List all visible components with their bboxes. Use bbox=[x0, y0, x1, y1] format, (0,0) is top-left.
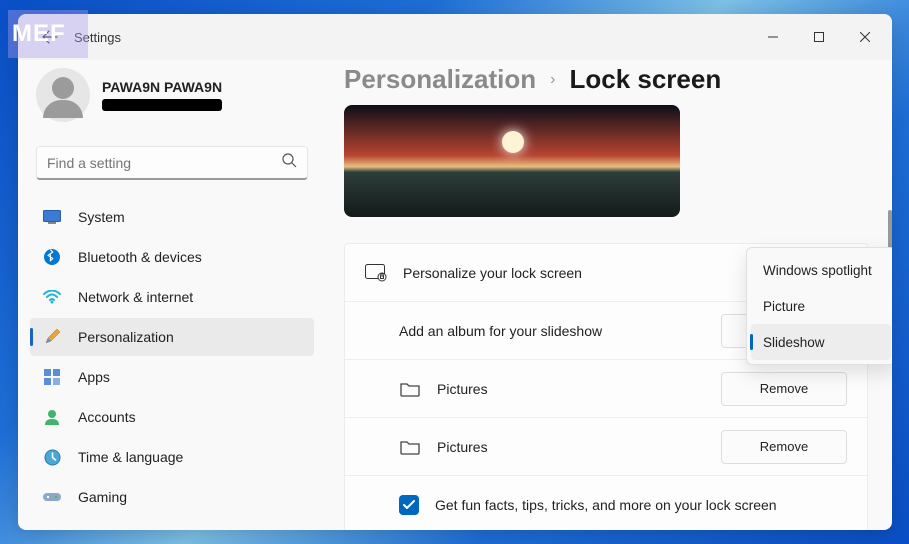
profile-block[interactable]: PAWA9N PAWA9N bbox=[30, 66, 314, 136]
breadcrumb: Personalization › Lock screen bbox=[344, 64, 868, 95]
bluetooth-icon bbox=[42, 247, 62, 267]
maximize-button[interactable] bbox=[796, 21, 842, 53]
album-name: Pictures bbox=[437, 439, 705, 455]
sidebar-item-apps[interactable]: Apps bbox=[30, 358, 314, 396]
profile-name: PAWA9N PAWA9N bbox=[102, 79, 222, 95]
dropdown-option-spotlight[interactable]: Windows spotlight bbox=[751, 252, 891, 288]
preview-sun bbox=[502, 131, 524, 153]
album-row: Pictures Remove bbox=[345, 360, 867, 418]
nav-label: System bbox=[78, 209, 125, 225]
profile-email-redacted bbox=[102, 99, 222, 111]
sidebar-item-network[interactable]: Network & internet bbox=[30, 278, 314, 316]
nav-label: Accounts bbox=[78, 409, 136, 425]
lockscreen-type-dropdown: Windows spotlight Picture Slideshow bbox=[746, 247, 892, 365]
breadcrumb-parent[interactable]: Personalization bbox=[344, 64, 536, 95]
paintbrush-icon bbox=[42, 327, 62, 347]
nav-label: Personalization bbox=[78, 329, 174, 345]
sidebar-item-personalization[interactable]: Personalization bbox=[30, 318, 314, 356]
nav-label: Gaming bbox=[78, 489, 127, 505]
remove-button[interactable]: Remove bbox=[721, 430, 847, 464]
dropdown-option-picture[interactable]: Picture bbox=[751, 288, 891, 324]
titlebar: Settings bbox=[18, 14, 892, 60]
album-name: Pictures bbox=[437, 381, 705, 397]
minimize-button[interactable] bbox=[750, 21, 796, 53]
maximize-icon bbox=[814, 32, 824, 42]
album-row: Pictures Remove bbox=[345, 418, 867, 476]
add-album-label: Add an album for your slideshow bbox=[399, 323, 705, 339]
close-icon bbox=[860, 32, 870, 42]
lockscreen-preview bbox=[344, 105, 680, 217]
nav-list: System Bluetooth & devices Network & int… bbox=[30, 198, 314, 516]
main-panel: Personalization › Lock screen Personaliz… bbox=[326, 60, 892, 530]
minimize-icon bbox=[768, 32, 778, 42]
dropdown-option-slideshow[interactable]: Slideshow bbox=[751, 324, 891, 360]
wifi-icon bbox=[42, 287, 62, 307]
tips-row[interactable]: Get fun facts, tips, tricks, and more on… bbox=[345, 476, 867, 530]
content-area: PAWA9N PAWA9N System Bluetooth & devices bbox=[18, 60, 892, 530]
search-input[interactable] bbox=[47, 155, 282, 171]
sidebar-item-bluetooth[interactable]: Bluetooth & devices bbox=[30, 238, 314, 276]
checkbox-checked[interactable] bbox=[399, 495, 419, 515]
sidebar: PAWA9N PAWA9N System Bluetooth & devices bbox=[18, 60, 326, 530]
display-icon bbox=[42, 207, 62, 227]
nav-label: Time & language bbox=[78, 449, 183, 465]
lockscreen-icon bbox=[365, 264, 387, 282]
nav-label: Apps bbox=[78, 369, 110, 385]
settings-window: Settings PAWA9N PAWA9N bbox=[18, 14, 892, 530]
sidebar-item-system[interactable]: System bbox=[30, 198, 314, 236]
nav-label: Bluetooth & devices bbox=[78, 249, 202, 265]
apps-icon bbox=[42, 367, 62, 387]
remove-button[interactable]: Remove bbox=[721, 372, 847, 406]
search-icon bbox=[282, 153, 297, 172]
sidebar-item-gaming[interactable]: Gaming bbox=[30, 478, 314, 516]
profile-info: PAWA9N PAWA9N bbox=[102, 79, 222, 111]
person-icon bbox=[42, 407, 62, 427]
sidebar-item-time[interactable]: Time & language bbox=[30, 438, 314, 476]
watermark-badge: MEF bbox=[8, 10, 88, 58]
tips-label: Get fun facts, tips, tricks, and more on… bbox=[435, 497, 847, 513]
clock-globe-icon bbox=[42, 447, 62, 467]
breadcrumb-current: Lock screen bbox=[569, 64, 721, 95]
gamepad-icon bbox=[42, 487, 62, 507]
nav-label: Network & internet bbox=[78, 289, 193, 305]
folder-icon bbox=[399, 381, 421, 397]
chevron-right-icon: › bbox=[550, 71, 555, 89]
check-icon bbox=[403, 500, 415, 510]
sidebar-item-accounts[interactable]: Accounts bbox=[30, 398, 314, 436]
folder-icon bbox=[399, 439, 421, 455]
avatar bbox=[36, 68, 90, 122]
close-button[interactable] bbox=[842, 21, 888, 53]
search-box[interactable] bbox=[36, 146, 308, 180]
